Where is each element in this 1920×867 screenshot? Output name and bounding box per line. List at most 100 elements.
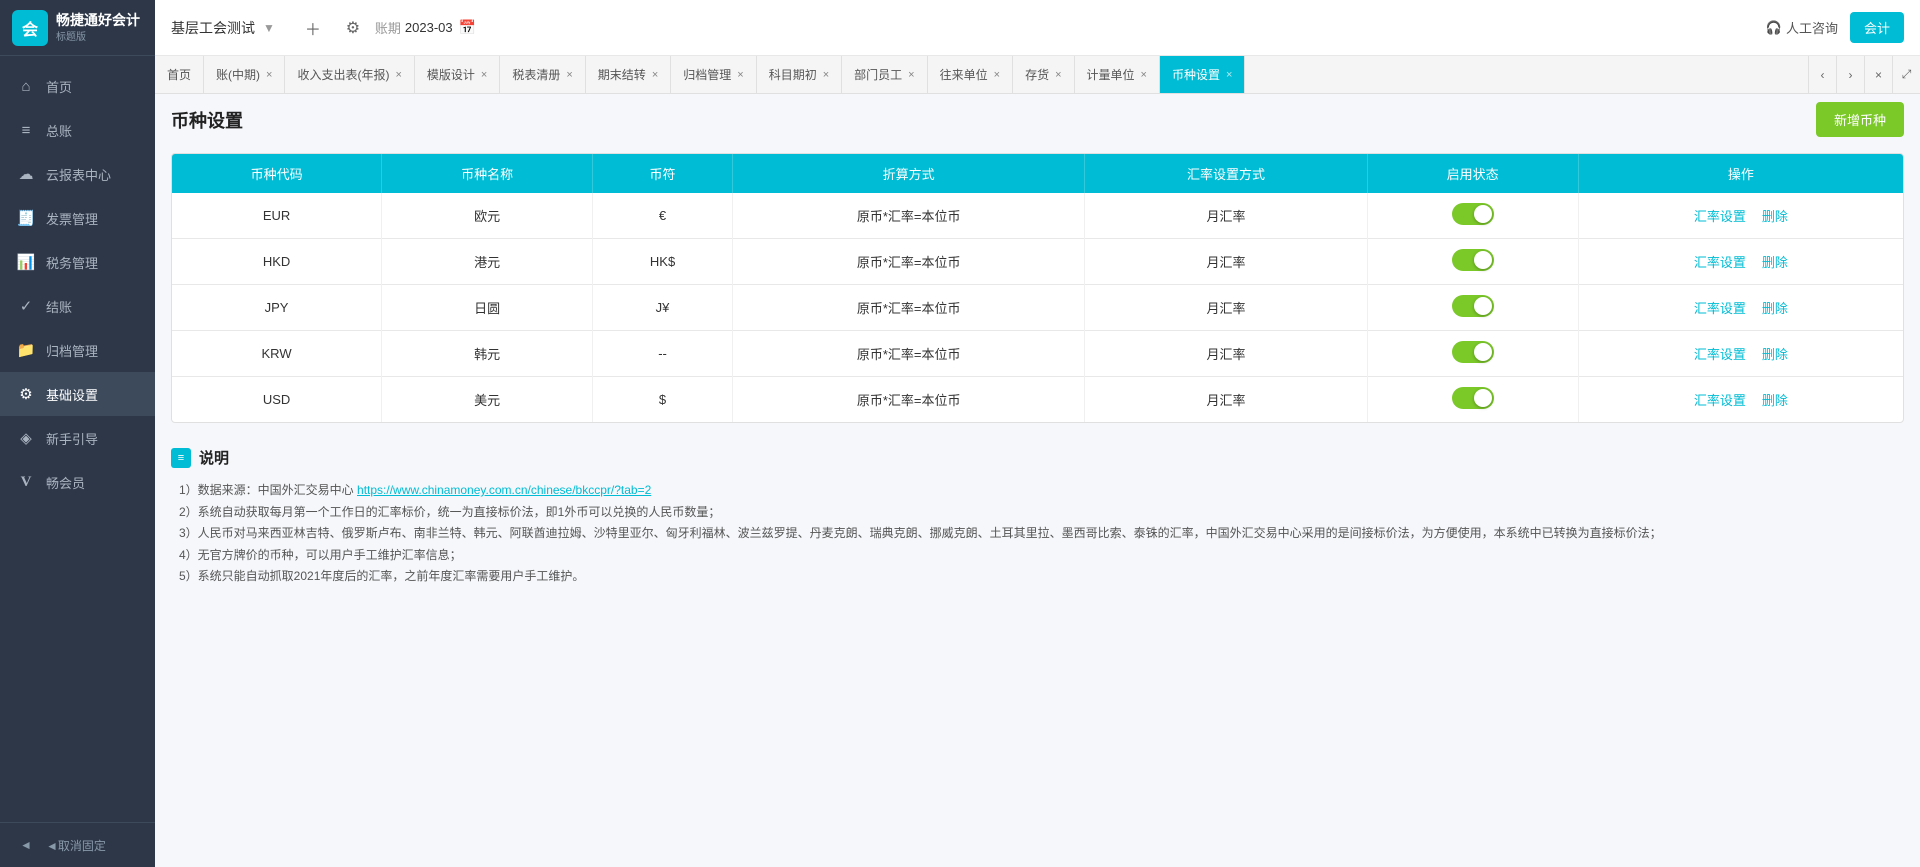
rate-setting-link-3[interactable]: 汇率设置 — [1694, 344, 1746, 363]
sidebar-item-invoice[interactable]: 🧾 发票管理 — [0, 196, 155, 240]
cell-ratetype-2: 月汇率 — [1085, 285, 1367, 331]
cell-action-1: 汇率设置 删除 — [1578, 239, 1903, 285]
cell-status-0 — [1367, 193, 1578, 239]
tab-archive-close[interactable]: × — [737, 69, 743, 81]
tab-subject-init[interactable]: 科目期初 × — [757, 56, 842, 94]
toggle-thumb-0 — [1474, 205, 1492, 223]
tab-deptstaff-label: 部门员工 — [854, 66, 902, 83]
toggle-1[interactable] — [1452, 249, 1494, 271]
toggle-2[interactable] — [1452, 295, 1494, 317]
sidebar-unpin[interactable]: ◄ ◄取消固定 — [0, 822, 155, 867]
toggle-thumb-4 — [1474, 389, 1492, 407]
header-workspace: 基层工会测试 ▼ — [171, 18, 283, 38]
tab-close-all-btn[interactable]: × — [1864, 56, 1892, 94]
notes-link[interactable]: https://www.chinamoney.com.cn/chinese/bk… — [357, 483, 651, 497]
toggle-4[interactable] — [1452, 387, 1494, 409]
note-item: 1）数据来源：中国外汇交易中心 https://www.chinamoney.c… — [171, 480, 1904, 502]
tab-deptstaff-close[interactable]: × — [908, 69, 914, 81]
toggle-3[interactable] — [1452, 341, 1494, 363]
tab-archive[interactable]: 归档管理 × — [671, 56, 756, 94]
tabbar: 首页 账(中期) × 收入支出表(年报) × 模版设计 × 税表清册 × 期末结… — [155, 56, 1920, 94]
delete-link-0[interactable]: 删除 — [1762, 206, 1788, 225]
tab-period-end[interactable]: 期末结转 × — [586, 56, 671, 94]
currency-table-container: 币种代码 币种名称 币符 折算方式 汇率设置方式 启用状态 操作 EUR 欧元 … — [171, 153, 1904, 423]
tab-template-close[interactable]: × — [481, 69, 487, 81]
sidebar-item-home[interactable]: ⌂ 首页 — [0, 64, 155, 108]
sidebar-item-member[interactable]: V 畅会员 — [0, 460, 155, 504]
cell-name-3: 韩元 — [382, 331, 593, 377]
sidebar-item-home-label: 首页 — [46, 77, 72, 96]
tab-inventory[interactable]: 存货 × — [1013, 56, 1074, 94]
tab-tax-list[interactable]: 税表清册 × — [500, 56, 585, 94]
workspace-dropdown-arrow[interactable]: ▼ — [263, 21, 275, 35]
header-right: 🎧 人工咨询 会计 — [1766, 12, 1904, 43]
cell-symbol-4: $ — [593, 377, 733, 423]
sidebar-item-general-ledger[interactable]: ≡ 总账 — [0, 108, 155, 152]
tab-expand-btn[interactable]: ⤢ — [1892, 56, 1920, 94]
rate-setting-link-2[interactable]: 汇率设置 — [1694, 298, 1746, 317]
calendar-icon[interactable]: 📅 — [459, 19, 476, 36]
cell-name-0: 欧元 — [382, 193, 593, 239]
tab-inventory-close[interactable]: × — [1055, 69, 1061, 81]
logo-text-block: 畅捷通好会计 标题版 — [56, 12, 140, 44]
toggle-thumb-3 — [1474, 343, 1492, 361]
sidebar-item-arc-label: 归档管理 — [46, 341, 98, 360]
tab-measure[interactable]: 计量单位 × — [1075, 56, 1160, 94]
cell-name-2: 日圆 — [382, 285, 593, 331]
delete-link-1[interactable]: 删除 — [1762, 252, 1788, 271]
tab-income-close[interactable]: × — [395, 69, 401, 81]
sidebar-item-basic-settings[interactable]: ⚙ 基础设置 — [0, 372, 155, 416]
support-link[interactable]: 🎧 人工咨询 — [1766, 18, 1838, 37]
tab-prev-btn[interactable]: ‹ — [1808, 56, 1836, 94]
cell-code-4: USD — [172, 377, 382, 423]
header-add-btn[interactable]: ＋ — [299, 14, 327, 42]
tab-periodend-label: 期末结转 — [598, 66, 646, 83]
tab-currency[interactable]: 币种设置 × — [1160, 56, 1245, 94]
header-actions: ＋ ⚙ — [299, 14, 367, 42]
tab-next-btn[interactable]: › — [1836, 56, 1864, 94]
tab-template[interactable]: 模版设计 × — [415, 56, 500, 94]
rate-setting-link-4[interactable]: 汇率设置 — [1694, 390, 1746, 409]
sidebar-item-cloud-reports[interactable]: ☁ 云报表中心 — [0, 152, 155, 196]
tab-currency-close[interactable]: × — [1226, 69, 1232, 81]
tab-income-label: 收入支出表(年报) — [297, 66, 389, 83]
cell-status-3 — [1367, 331, 1578, 377]
note-item: 4）无官方牌价的币种，可以用户手工维护汇率信息； — [171, 545, 1904, 567]
header-period: 账期 2023-03 📅 — [375, 18, 476, 37]
header-settings-btn[interactable]: ⚙ — [339, 14, 367, 42]
tab-contacts[interactable]: 往来单位 × — [928, 56, 1013, 94]
cell-status-4 — [1367, 377, 1578, 423]
sidebar-item-tax[interactable]: 📊 税务管理 — [0, 240, 155, 284]
tab-period-close[interactable]: × — [266, 69, 272, 81]
rate-setting-link-0[interactable]: 汇率设置 — [1694, 206, 1746, 225]
sidebar-item-mem-label: 畅会员 — [46, 473, 85, 492]
delete-link-3[interactable]: 删除 — [1762, 344, 1788, 363]
sidebar-item-nb-label: 新手引导 — [46, 429, 98, 448]
tab-measure-close[interactable]: × — [1141, 69, 1147, 81]
cell-action-2: 汇率设置 删除 — [1578, 285, 1903, 331]
cell-calc-2: 原币*汇率=本位币 — [732, 285, 1085, 331]
sidebar-item-archive[interactable]: 📁 归档管理 — [0, 328, 155, 372]
new-currency-button[interactable]: 新增币种 — [1816, 102, 1904, 137]
kuaiji-button[interactable]: 会计 — [1850, 12, 1904, 43]
col-header-action: 操作 — [1578, 154, 1903, 193]
tab-taxlist-close[interactable]: × — [566, 69, 572, 81]
tab-subjectinit-close[interactable]: × — [823, 69, 829, 81]
tab-periodend-close[interactable]: × — [652, 69, 658, 81]
delete-link-4[interactable]: 删除 — [1762, 390, 1788, 409]
newbie-icon: ◈ — [16, 428, 36, 448]
tab-income-report[interactable]: 收入支出表(年报) × — [285, 56, 414, 94]
tab-period[interactable]: 账(中期) × — [204, 56, 285, 94]
sidebar-item-newbie[interactable]: ◈ 新手引导 — [0, 416, 155, 460]
toggle-0[interactable] — [1452, 203, 1494, 225]
sidebar-item-checkout[interactable]: ✓ 结账 — [0, 284, 155, 328]
cell-ratetype-3: 月汇率 — [1085, 331, 1367, 377]
tab-dept-staff[interactable]: 部门员工 × — [842, 56, 927, 94]
tab-contacts-close[interactable]: × — [994, 69, 1000, 81]
delete-link-2[interactable]: 删除 — [1762, 298, 1788, 317]
headset-icon: 🎧 — [1766, 20, 1782, 36]
col-header-rate-type: 汇率设置方式 — [1085, 154, 1367, 193]
rate-setting-link-1[interactable]: 汇率设置 — [1694, 252, 1746, 271]
tab-home[interactable]: 首页 — [155, 56, 204, 94]
tabbar-nav: ‹ › × ⤢ — [1808, 56, 1920, 94]
